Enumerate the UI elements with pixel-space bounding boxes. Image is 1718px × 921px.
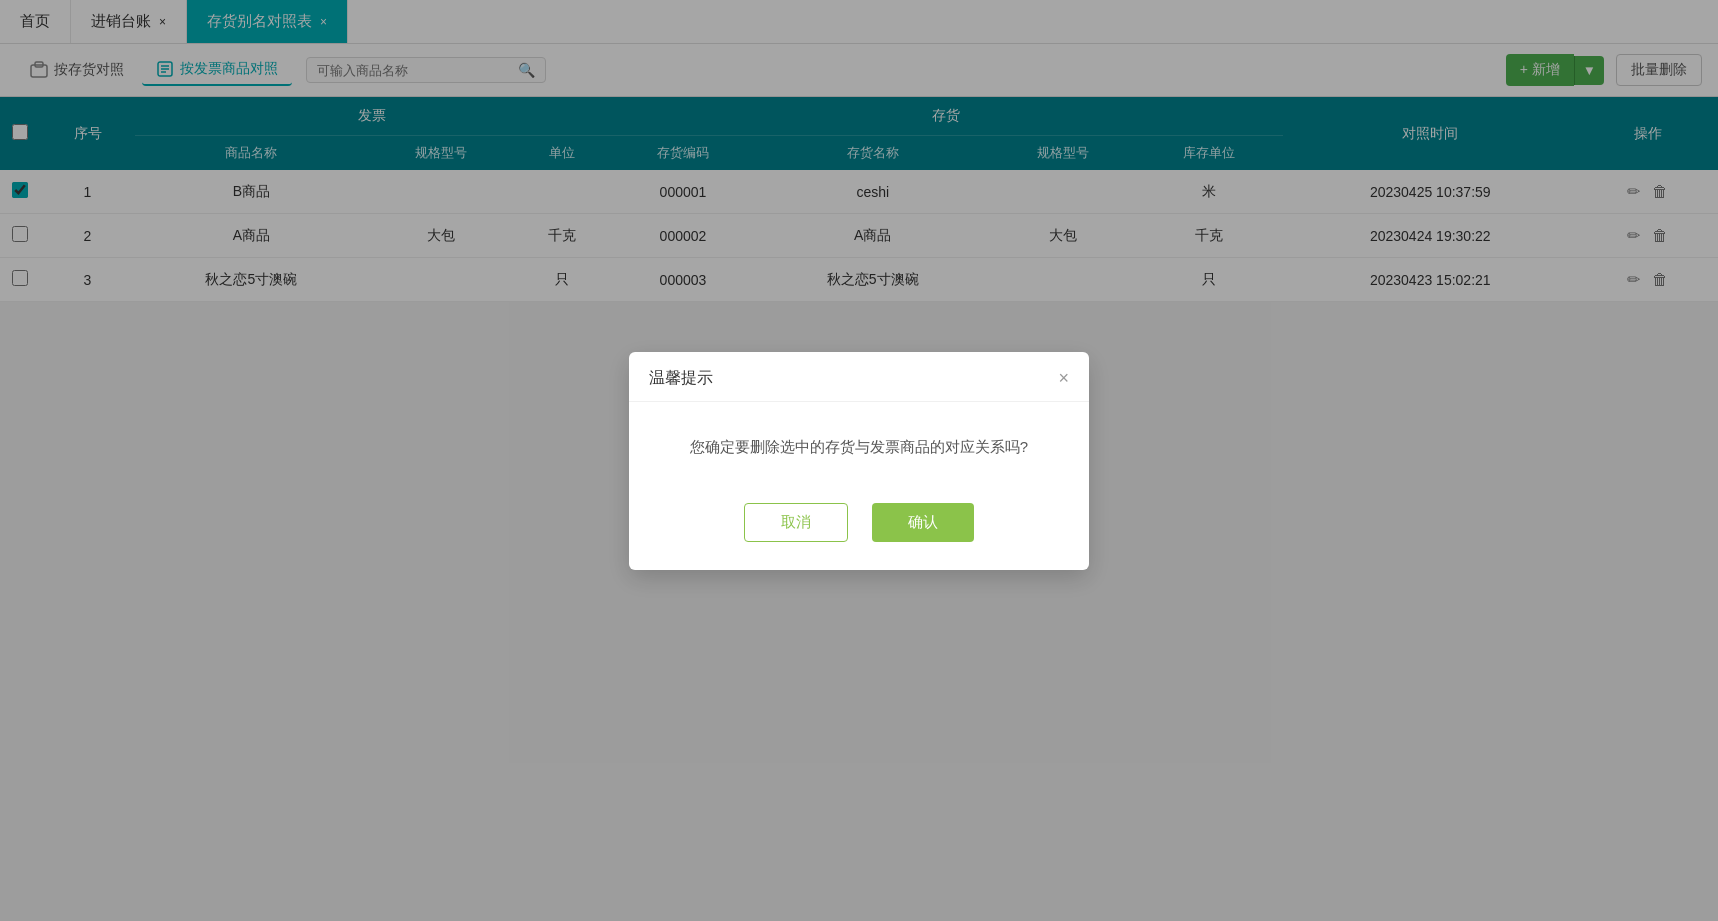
dialog-overlay: 温馨提示 × 您确定要删除选中的存货与发票商品的对应关系吗? 取消 确认 [0, 0, 1718, 302]
